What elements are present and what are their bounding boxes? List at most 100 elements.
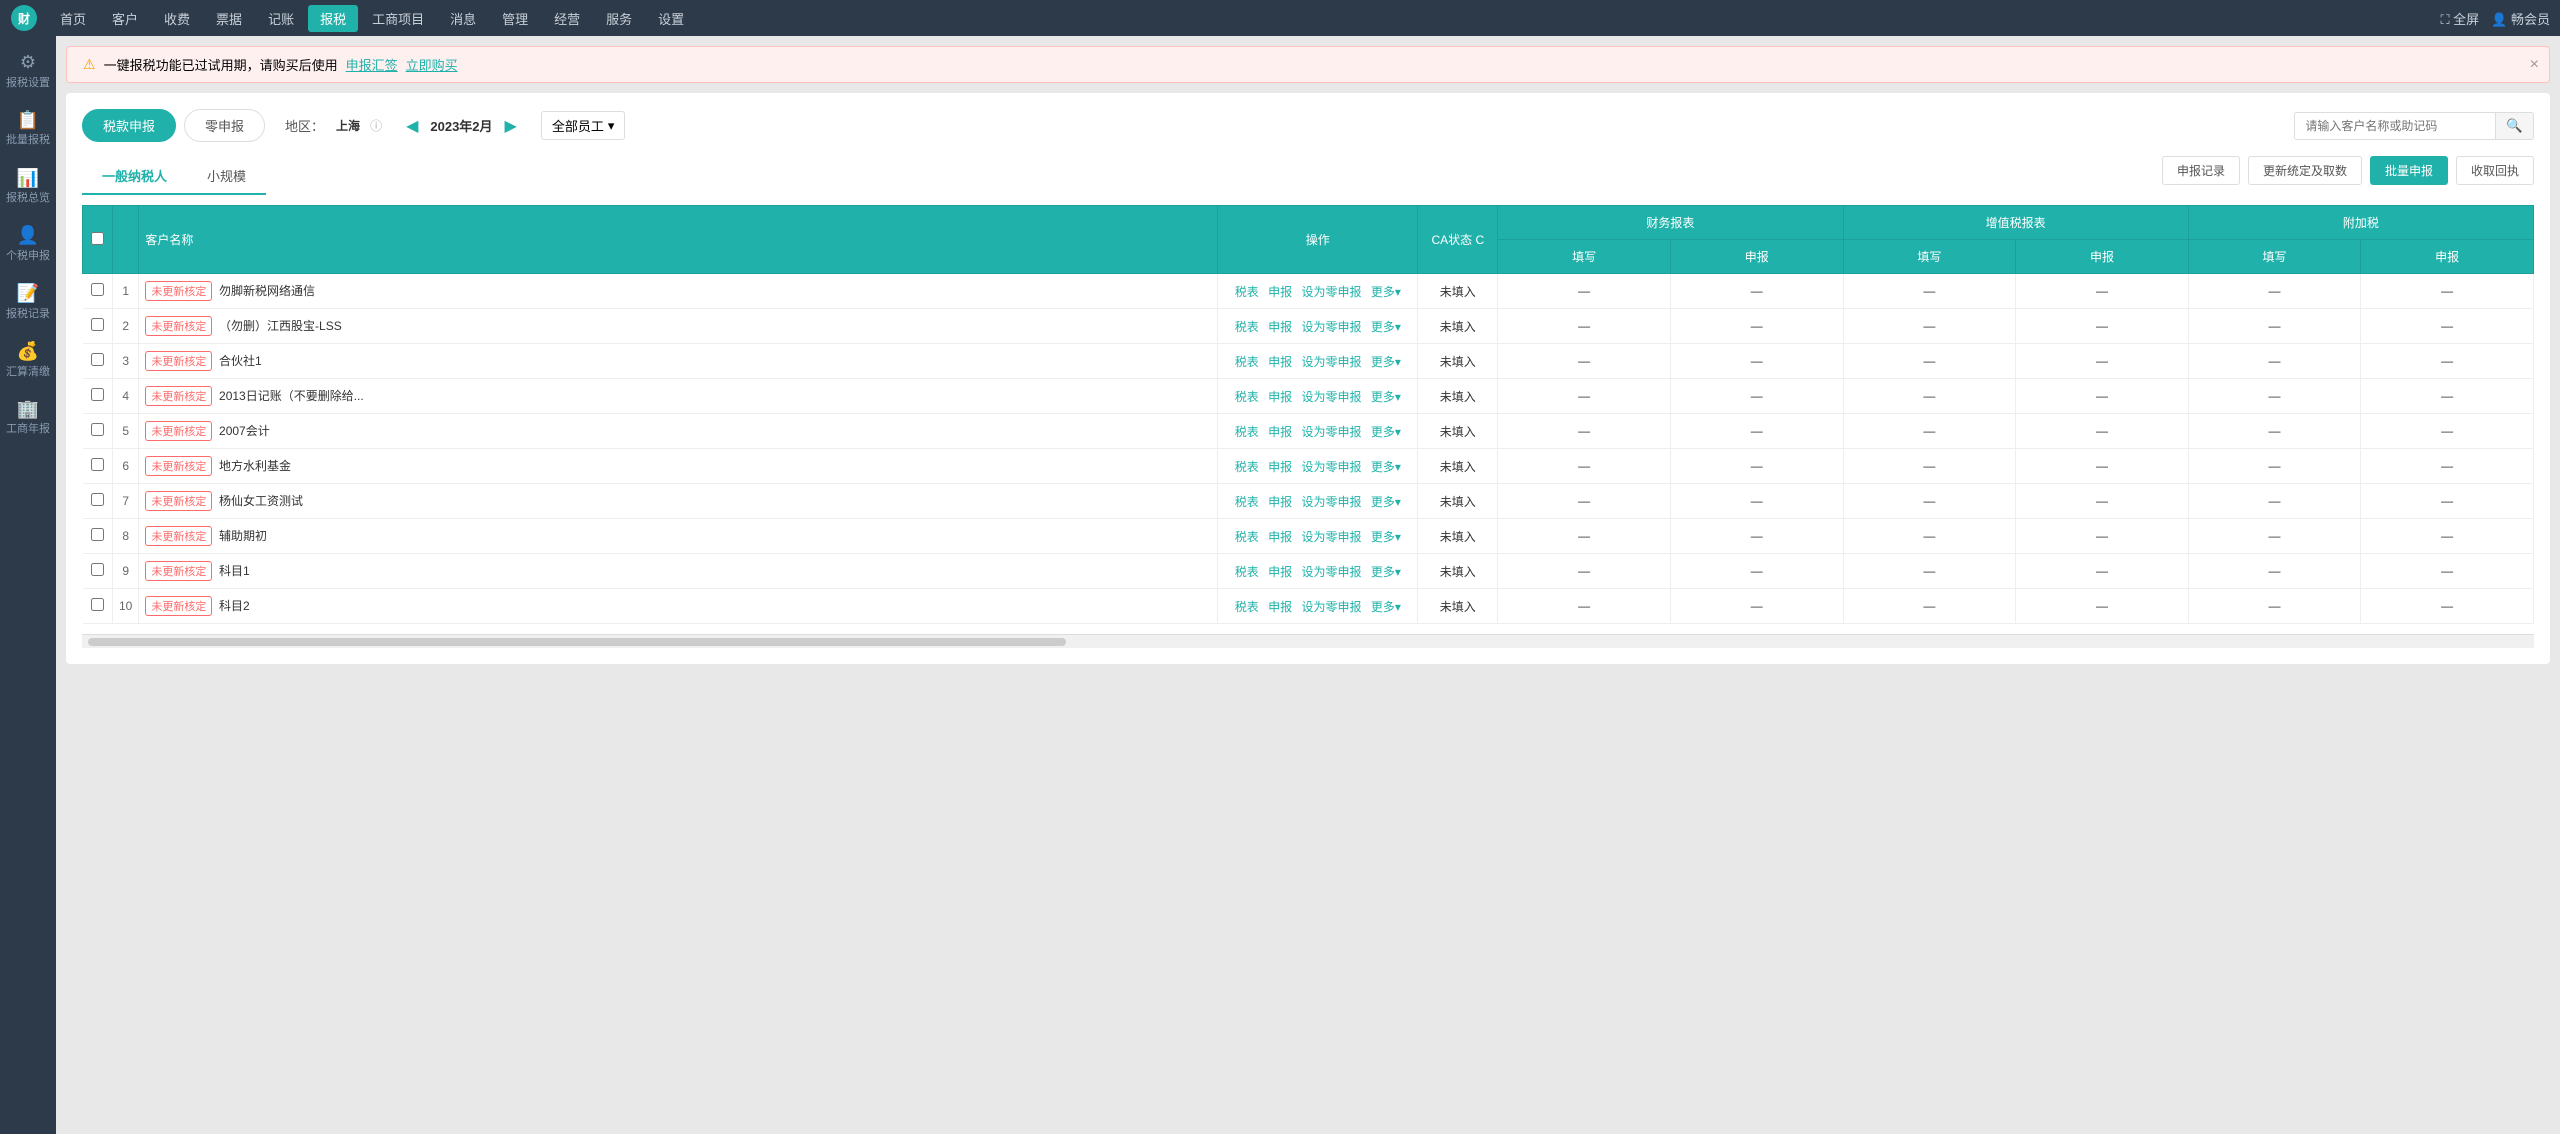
row-checkbox[interactable] <box>83 309 113 344</box>
nav-invoice[interactable]: 票据 <box>204 5 254 32</box>
op-tax-table[interactable]: 税表 <box>1235 320 1259 334</box>
tab-small-scale[interactable]: 小规模 <box>187 158 266 195</box>
op-declare[interactable]: 申报 <box>1268 600 1292 614</box>
nav-settings[interactable]: 设置 <box>646 5 696 32</box>
banner-link2[interactable]: 立即购买 <box>406 55 458 74</box>
sidebar-item-personal-tax[interactable]: 👤 个税申报 <box>0 217 56 271</box>
tab-tax-declaration[interactable]: 税款申报 <box>82 109 176 142</box>
row-checkbox[interactable] <box>83 379 113 414</box>
op-declare[interactable]: 申报 <box>1268 425 1292 439</box>
op-more[interactable]: 更多▾ <box>1371 425 1401 439</box>
row-ca-status: 未填入 <box>1418 379 1498 414</box>
op-tax-table[interactable]: 税表 <box>1235 355 1259 369</box>
date-next-button[interactable]: ▶ <box>499 114 523 138</box>
sidebar-item-annual-report[interactable]: 🏢 工商年报 <box>0 391 56 445</box>
row-checkbox[interactable] <box>83 484 113 519</box>
declaration-record-button[interactable]: 申报记录 <box>2162 156 2240 185</box>
sidebar-item-batch-tax[interactable]: 📋 批量报税 <box>0 102 56 156</box>
vip-button[interactable]: 👤 畅会员 <box>2491 9 2550 28</box>
op-tax-table[interactable]: 税表 <box>1235 460 1259 474</box>
op-zero-declare[interactable]: 设为零申报 <box>1301 460 1361 474</box>
nav-manage[interactable]: 管理 <box>490 5 540 32</box>
row-add-fill: — <box>2188 379 2361 414</box>
row-index: 8 <box>113 519 139 554</box>
op-zero-declare[interactable]: 设为零申报 <box>1301 355 1361 369</box>
nav-operations[interactable]: 经营 <box>542 5 592 32</box>
op-more[interactable]: 更多▾ <box>1371 460 1401 474</box>
op-tax-table[interactable]: 税表 <box>1235 565 1259 579</box>
type-tabs: 一般纳税人 小规模 <box>82 158 266 195</box>
fullscreen-button[interactable]: ⛶ 全屏 <box>2440 9 2479 28</box>
op-more[interactable]: 更多▾ <box>1371 600 1401 614</box>
op-tax-table[interactable]: 税表 <box>1235 495 1259 509</box>
row-checkbox[interactable] <box>83 554 113 589</box>
sidebar-item-tax-record[interactable]: 📝 报税记录 <box>0 275 56 329</box>
sidebar-item-settlement[interactable]: 💰 汇算清缴 <box>0 333 56 387</box>
row-add-fill: — <box>2188 274 2361 309</box>
op-tax-table[interactable]: 税表 <box>1235 600 1259 614</box>
select-all-checkbox[interactable] <box>91 232 104 245</box>
op-declare[interactable]: 申报 <box>1268 460 1292 474</box>
op-zero-declare[interactable]: 设为零申报 <box>1301 390 1361 404</box>
staff-select[interactable]: 全部员工 ▾ <box>541 111 626 140</box>
op-tax-table[interactable]: 税表 <box>1235 390 1259 404</box>
op-declare[interactable]: 申报 <box>1268 565 1292 579</box>
op-more[interactable]: 更多▾ <box>1371 565 1401 579</box>
op-declare[interactable]: 申报 <box>1268 530 1292 544</box>
row-tax-fill: — <box>1843 309 2016 344</box>
op-zero-declare[interactable]: 设为零申报 <box>1301 600 1361 614</box>
op-tax-table[interactable]: 税表 <box>1235 530 1259 544</box>
nav-business[interactable]: 工商项目 <box>360 5 436 32</box>
op-declare[interactable]: 申报 <box>1268 390 1292 404</box>
nav-client[interactable]: 客户 <box>100 5 150 32</box>
search-input[interactable] <box>2295 114 2495 138</box>
nav-bookkeeping[interactable]: 记账 <box>256 5 306 32</box>
op-declare[interactable]: 申报 <box>1268 355 1292 369</box>
op-declare[interactable]: 申报 <box>1268 495 1292 509</box>
row-checkbox[interactable] <box>83 274 113 309</box>
op-more[interactable]: 更多▾ <box>1371 495 1401 509</box>
scrollbar-thumb[interactable] <box>88 638 1066 646</box>
tab-zero-declaration[interactable]: 零申报 <box>184 109 265 142</box>
sidebar-item-tax-overview[interactable]: 📊 报税总览 <box>0 160 56 214</box>
op-declare[interactable]: 申报 <box>1268 285 1292 299</box>
row-checkbox[interactable] <box>83 449 113 484</box>
date-prev-button[interactable]: ◀ <box>400 114 424 138</box>
batch-declare-button[interactable]: 批量申报 <box>2370 156 2448 185</box>
banner-link1[interactable]: 申报汇签 <box>346 55 398 74</box>
nav-tax[interactable]: 报税 <box>308 5 358 32</box>
op-more[interactable]: 更多▾ <box>1371 530 1401 544</box>
op-zero-declare[interactable]: 设为零申报 <box>1301 565 1361 579</box>
op-more[interactable]: 更多▾ <box>1371 320 1401 334</box>
search-button[interactable]: 🔍 <box>2495 113 2533 139</box>
op-zero-declare[interactable]: 设为零申报 <box>1301 530 1361 544</box>
row-checkbox[interactable] <box>83 519 113 554</box>
horizontal-scrollbar[interactable] <box>82 634 2534 648</box>
op-zero-declare[interactable]: 设为零申报 <box>1301 320 1361 334</box>
nav-message[interactable]: 消息 <box>438 5 488 32</box>
op-declare[interactable]: 申报 <box>1268 320 1292 334</box>
nav-home[interactable]: 首页 <box>48 5 98 32</box>
nav-billing[interactable]: 收费 <box>152 5 202 32</box>
row-checkbox[interactable] <box>83 589 113 624</box>
row-checkbox[interactable] <box>83 414 113 449</box>
op-more[interactable]: 更多▾ <box>1371 355 1401 369</box>
sidebar-item-tax-settings[interactable]: ⚙ 报税设置 <box>0 44 56 98</box>
op-more[interactable]: 更多▾ <box>1371 390 1401 404</box>
op-zero-declare[interactable]: 设为零申报 <box>1301 285 1361 299</box>
update-stats-button[interactable]: 更新统定及取数 <box>2248 156 2362 185</box>
info-icon[interactable]: ⓘ <box>370 117 382 134</box>
table-row: 7 未更新核定 杨仙女工资测试 税表 申报 设为零申报 更多▾ 未填入 — — … <box>83 484 2534 519</box>
op-zero-declare[interactable]: 设为零申报 <box>1301 495 1361 509</box>
row-checkbox[interactable] <box>83 344 113 379</box>
banner-close-button[interactable]: × <box>2530 56 2539 74</box>
data-table: 客户名称 操作 CA状态 C 财务报表 增值税报表 附加税 填写 申报 填写 申… <box>82 205 2534 624</box>
op-tax-table[interactable]: 税表 <box>1235 285 1259 299</box>
row-tax-submit: — <box>2016 554 2189 589</box>
op-zero-declare[interactable]: 设为零申报 <box>1301 425 1361 439</box>
op-more[interactable]: 更多▾ <box>1371 285 1401 299</box>
nav-service[interactable]: 服务 <box>594 5 644 32</box>
tab-general-taxpayer[interactable]: 一般纳税人 <box>82 158 187 195</box>
collect-receipt-button[interactable]: 收取回执 <box>2456 156 2534 185</box>
op-tax-table[interactable]: 税表 <box>1235 425 1259 439</box>
